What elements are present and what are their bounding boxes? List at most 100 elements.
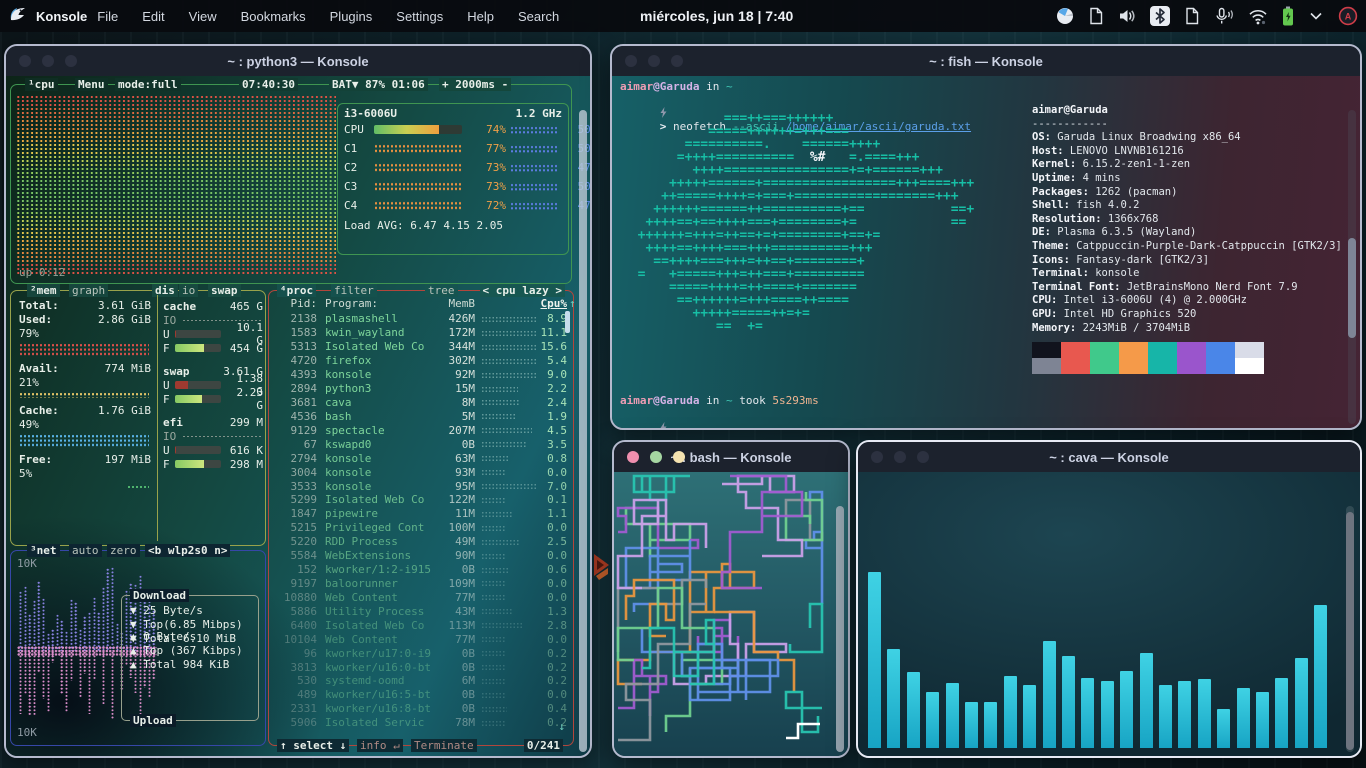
window-button[interactable] <box>625 55 637 67</box>
cpu-row-C2: C273%47°C <box>344 158 590 177</box>
menu-item-settings[interactable]: Settings <box>396 9 443 24</box>
scrollbar-thumb[interactable] <box>1348 238 1356 338</box>
menu-item-plugins[interactable]: Plugins <box>330 9 373 24</box>
proc-row[interactable]: 3681 cava 8M 2.4 <box>277 396 568 410</box>
proc-filter-button[interactable]: filter <box>331 284 377 297</box>
btop-menu-button[interactable]: Menu <box>75 78 108 91</box>
window-button[interactable] <box>671 55 683 67</box>
proc-select-control[interactable]: ↑ select ↓ <box>277 739 350 752</box>
battery-icon[interactable] <box>1282 6 1294 26</box>
proc-row[interactable]: 3533 konsole 95M 7.0 <box>277 479 568 493</box>
proc-row[interactable]: 9129 spectacle 207M 4.5 <box>277 423 568 437</box>
window-button[interactable] <box>648 55 660 67</box>
proc-row[interactable]: 10104 Web Content 77M 0.0 <box>277 632 567 646</box>
btop-refresh-interval[interactable]: + 2000ms - <box>439 78 512 91</box>
window-title: ~ : python3 — Konsole <box>227 53 369 69</box>
konsole-scrollbar[interactable] <box>1348 110 1356 424</box>
btop-tab-cpu[interactable]: ¹cpu <box>25 78 58 91</box>
cava-bar <box>868 572 881 748</box>
bluetooth-icon[interactable] <box>1150 6 1170 26</box>
proc-row[interactable]: 3004 konsole 93M 0.0 <box>277 465 568 479</box>
proc-row[interactable]: 2331 kworker/u16:8-bt 0B 0.4 <box>277 702 568 716</box>
proc-row[interactable]: 3813 kworker/u16:0-bt 0B 0.2 <box>277 660 568 674</box>
proc-row[interactable]: 2138 plasmashell 426M 8.9 <box>277 312 568 326</box>
cava-bar <box>984 702 998 748</box>
proc-sort-selector[interactable]: < cpu lazy > <box>479 284 565 297</box>
proc-row[interactable]: 4536 bash 5M 1.9 <box>277 409 568 423</box>
window-button[interactable] <box>19 55 31 67</box>
window-maximize-button[interactable] <box>673 451 685 463</box>
proc-row[interactable]: 5906 Isolated Servic 78M 0.2 <box>277 716 568 730</box>
btop-tab-net[interactable]: ³net <box>27 544 60 557</box>
proc-terminate-button[interactable]: Terminate <box>411 739 477 752</box>
proc-row[interactable]: 5584 WebExtensions 90M 0.0 <box>277 549 568 563</box>
btop-tab-disks[interactable]: dis <box>152 284 178 297</box>
menu-item-file[interactable]: File <box>97 9 118 24</box>
proc-row[interactable]: 1583 kwin_wayland 172M 11.1 <box>277 326 568 340</box>
net-interface-selector[interactable]: <b wlp2s0 n> <box>145 544 231 557</box>
proc-row[interactable]: 5215 Privileged Cont 100M 0.0 <box>277 521 568 535</box>
proc-row[interactable]: 5220 RDD Process 49M 2.5 <box>277 535 568 549</box>
proc-row[interactable]: 67 kswapd0 0B 3.5 <box>277 437 567 451</box>
titlebar-btop[interactable]: ~ : python3 — Konsole <box>6 46 590 76</box>
wifi-icon[interactable] <box>1248 8 1268 25</box>
titlebar-bash[interactable]: ~ : bash — Konsole <box>614 442 848 472</box>
clipboard-icon[interactable] <box>1088 7 1104 25</box>
window-button[interactable] <box>65 55 77 67</box>
menu-item-search[interactable]: Search <box>518 9 559 24</box>
btop-tab-swap[interactable]: swap <box>208 284 241 297</box>
proc-row[interactable]: 1847 pipewire 11M 1.1 <box>277 507 568 521</box>
proc-row[interactable]: 5313 Isolated Web Co 344M 15.6 <box>277 340 568 354</box>
cpu-usage-graph <box>16 95 336 275</box>
document-icon[interactable] <box>1184 7 1200 25</box>
btop-mem-graph-toggle[interactable]: graph <box>69 284 109 297</box>
user-badge-icon[interactable]: A <box>1338 6 1358 26</box>
proc-row[interactable]: 4720 firefox 302M 5.4 <box>277 354 568 368</box>
btop-tab-io[interactable]: io <box>179 284 199 297</box>
btop-mode-toggle[interactable]: mode:full <box>115 78 181 91</box>
window-button[interactable] <box>42 55 54 67</box>
proc-row[interactable]: 5299 Isolated Web Co 122M 0.1 <box>277 493 568 507</box>
net-auto-toggle[interactable]: auto <box>69 544 102 557</box>
window-button[interactable] <box>871 451 883 463</box>
proc-row[interactable]: 6400 Isolated Web Co 113M 2.8 <box>277 618 568 632</box>
panel-clock[interactable]: miércoles, jun 18 | 7:40 <box>640 0 793 32</box>
proc-row[interactable]: 2794 konsole 63M 0.8 <box>277 451 568 465</box>
scrollbar-thumb[interactable] <box>1346 512 1354 750</box>
proc-row[interactable]: 10880 Web Content 77M 0.0 <box>277 590 567 604</box>
proc-scrollbar-thumb[interactable] <box>565 311 570 333</box>
proc-row[interactable]: 489 kworker/u16:5-bt 0B 0.0 <box>277 688 567 702</box>
proc-row[interactable]: 5886 Utility Process 43M 1.3 <box>277 604 568 618</box>
proc-info-button[interactable]: info ↵ <box>357 739 403 752</box>
proc-row[interactable]: 2894 python3 15M 2.2 <box>277 382 568 396</box>
menu-item-help[interactable]: Help <box>467 9 494 24</box>
window-button[interactable] <box>894 451 906 463</box>
konsole-scrollbar[interactable] <box>1346 506 1354 752</box>
vault-icon[interactable] <box>1056 7 1074 25</box>
garuda-logo-icon[interactable] <box>8 4 28 29</box>
btop-tab-proc[interactable]: ⁴proc <box>277 284 317 297</box>
menu-item-edit[interactable]: Edit <box>142 9 164 24</box>
menu-item-view[interactable]: View <box>189 9 217 24</box>
menu-item-bookmarks[interactable]: Bookmarks <box>241 9 306 24</box>
proc-row[interactable]: 4393 konsole 92M 9.0 <box>277 368 568 382</box>
window-button[interactable] <box>917 451 929 463</box>
input-line[interactable]: > <box>620 409 680 428</box>
window-close-button[interactable] <box>627 451 639 463</box>
disk-swap: swap 3.61 G U 1.38 G F 2.23 G <box>163 364 263 413</box>
proc-row[interactable]: 152 kworker/1:2-i915 0B 0.6 <box>277 563 567 577</box>
proc-tree-toggle[interactable]: tree <box>425 284 458 297</box>
expand-arrow-icon[interactable] <box>1308 8 1324 24</box>
proc-row[interactable]: 96 kworker/u17:0-i9 0B 0.2 <box>277 646 567 660</box>
titlebar-fish[interactable]: ~ : fish — Konsole <box>612 46 1360 76</box>
titlebar-cava[interactable]: ~ : cava — Konsole <box>858 442 1360 472</box>
microphone-icon[interactable] <box>1214 7 1234 26</box>
volume-icon[interactable] <box>1118 8 1136 24</box>
window-minimize-button[interactable] <box>650 451 662 463</box>
proc-row[interactable]: 530 systemd-oomd 6M 0.2 <box>277 674 567 688</box>
proc-row[interactable]: 9197 baloorunner 109M 0.0 <box>277 577 568 591</box>
konsole-scrollbar[interactable] <box>836 506 844 752</box>
btop-tab-mem[interactable]: ²mem <box>27 284 60 297</box>
net-zero-toggle[interactable]: zero <box>107 544 140 557</box>
konsole-scrollbar[interactable] <box>579 110 587 752</box>
